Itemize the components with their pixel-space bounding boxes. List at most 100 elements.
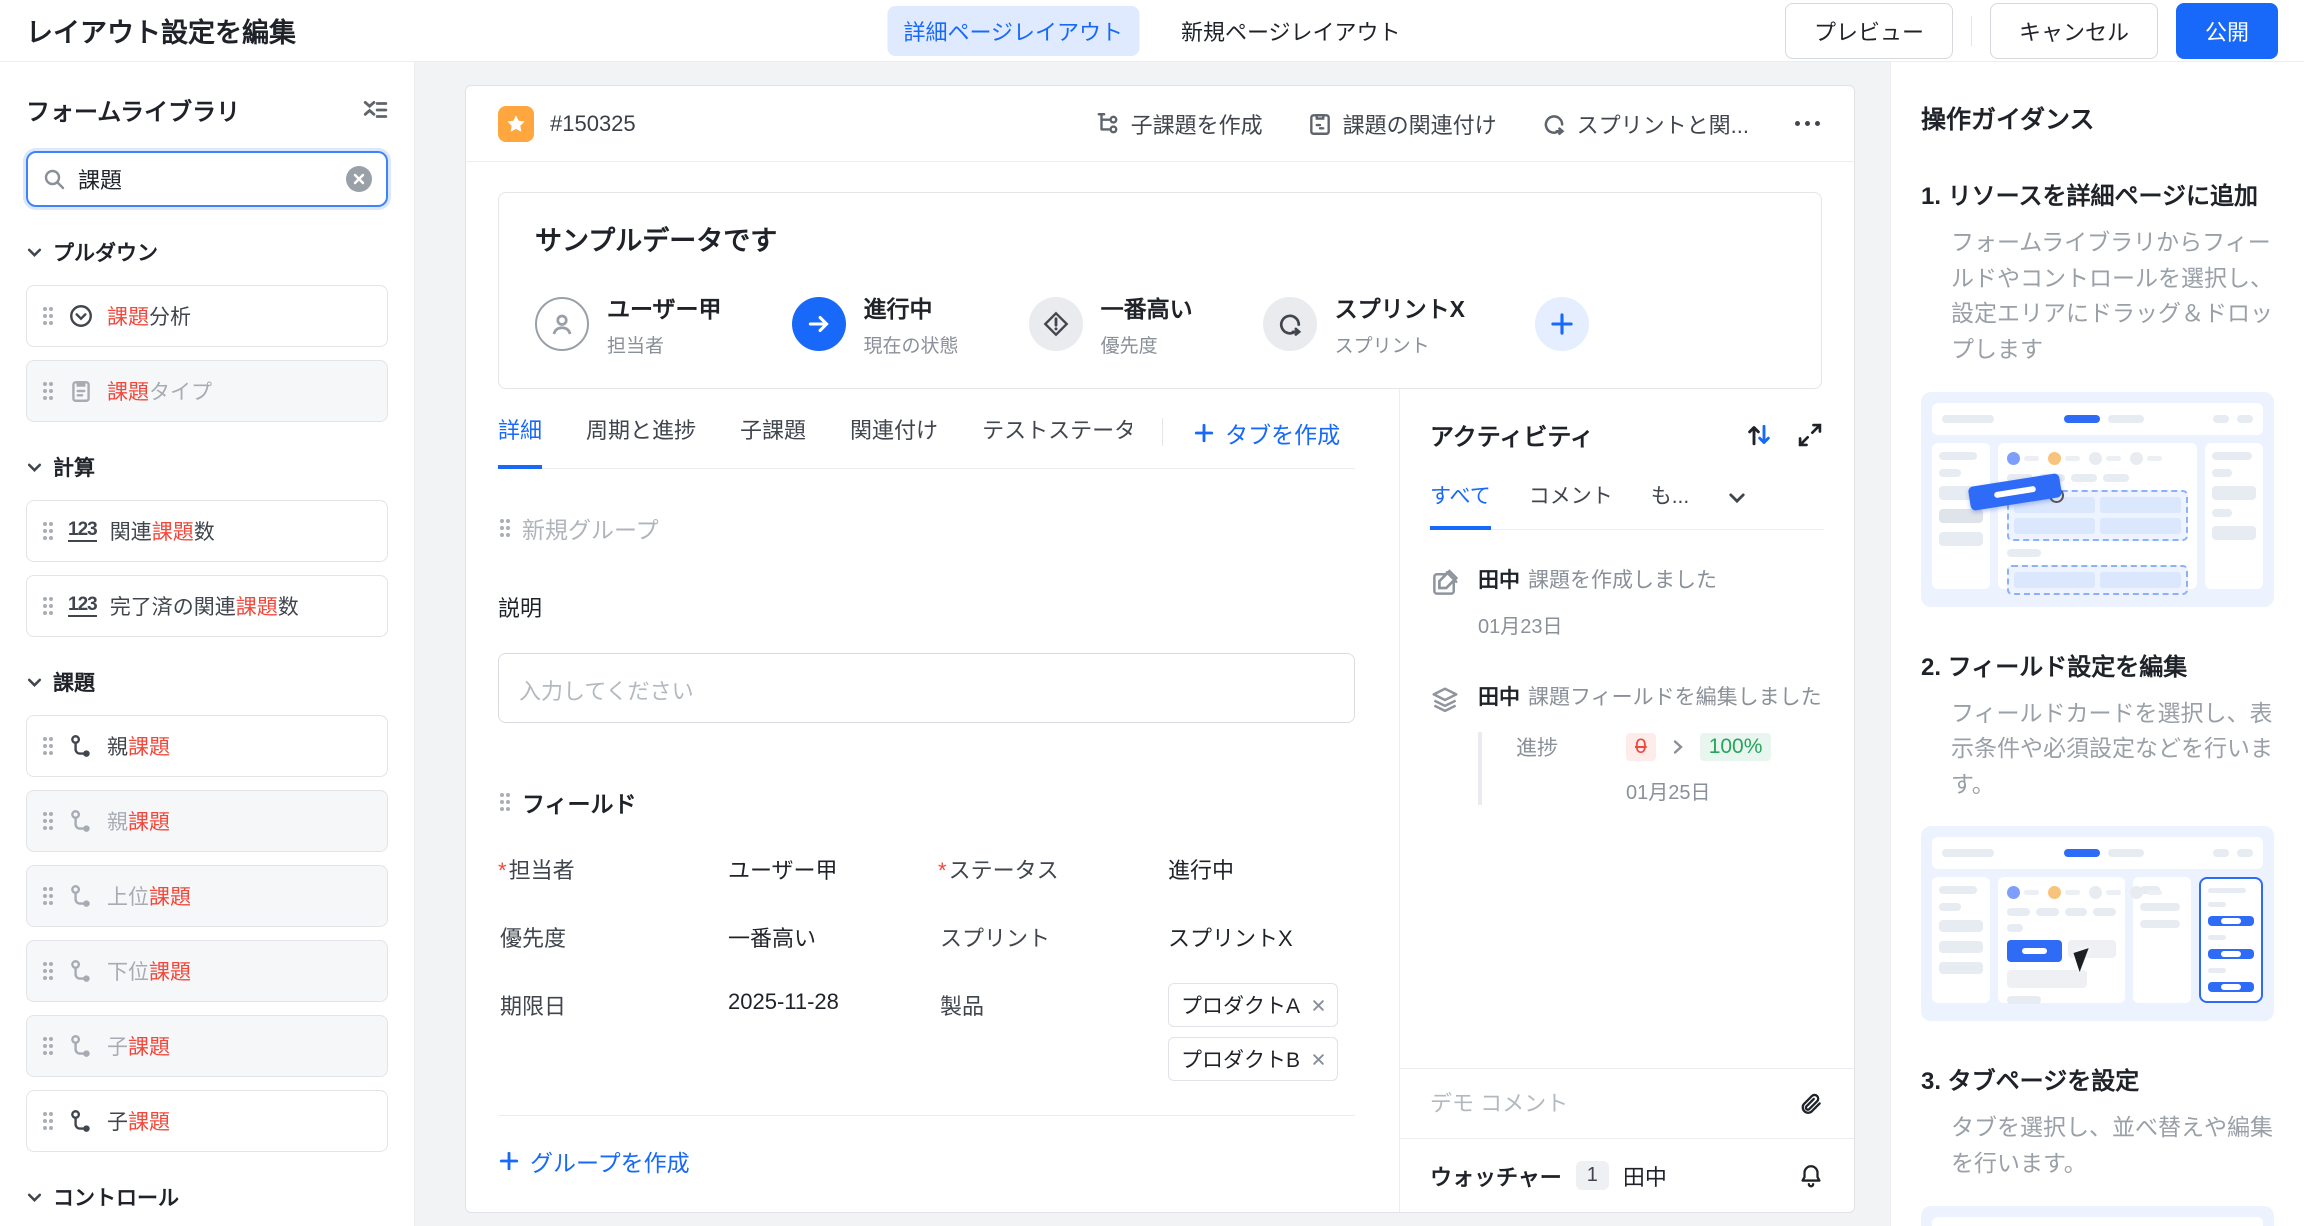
form-library-title: フォームライブラリ [26, 99, 241, 126]
field-label: 関連課題数 [109, 521, 215, 544]
field-label: 下位課題 [107, 961, 191, 984]
product-tag[interactable]: プロダクトA [1168, 983, 1339, 1027]
preview-button[interactable]: プレビュー [1784, 2, 1953, 59]
field-label-priority: 優先度 [500, 926, 567, 951]
section-calculation[interactable]: 計算 [26, 452, 388, 482]
library-field-lower-issue[interactable]: 下位課題 [26, 940, 388, 1002]
status-arrow-icon [791, 297, 846, 351]
layout-mode-tabs: 詳細ページレイアウト 新規ページレイアウト [887, 5, 1417, 56]
field-value-priority[interactable]: 一番高い [728, 921, 938, 953]
key-field-sprint[interactable]: スプリントX スプリント [1262, 290, 1465, 358]
publish-button[interactable]: 公開 [2175, 2, 2278, 59]
collapse-list-icon[interactable] [362, 97, 388, 123]
fields-group-title: フィールド [522, 791, 637, 817]
activity-tab-more[interactable]: も... [1651, 480, 1690, 530]
link-issue-icon [71, 810, 90, 832]
description-input[interactable] [498, 653, 1355, 723]
search-input[interactable] [78, 166, 334, 192]
add-key-field-button[interactable] [1534, 297, 1589, 351]
tab-detail-page-layout[interactable]: 詳細ページレイアウト [887, 5, 1139, 56]
field-label: 完了済の関連課題数 [109, 596, 299, 619]
tab-subissues[interactable]: 子課題 [740, 413, 806, 469]
edit-icon [1433, 569, 1459, 595]
tab-detail[interactable]: 詳細 [498, 413, 543, 469]
library-field-issue-type[interactable]: 課題タイプ [26, 360, 388, 422]
search-clear-icon[interactable] [346, 166, 372, 192]
field-value-status[interactable]: 進行中 [1168, 853, 1355, 885]
library-field-sub-issue-2[interactable]: 子課題 [26, 1090, 388, 1152]
tag-remove-icon[interactable] [1312, 999, 1325, 1012]
field-value-products: プロダクトA プロダクトB [1168, 983, 1355, 1081]
guidance-illustration-3 [1921, 1205, 2274, 1226]
field-value-sprint[interactable]: スプリントX [1168, 921, 1355, 953]
drag-handle-icon [43, 307, 53, 325]
field-value-due-date[interactable]: 2025-11-28 [728, 989, 938, 1015]
tab-new-page-layout[interactable]: 新規ページレイアウト [1165, 6, 1417, 56]
page-title: レイアウト設定を編集 [26, 18, 296, 48]
section-issue[interactable]: 課題 [26, 667, 388, 697]
field-label: 子課題 [107, 1036, 170, 1059]
create-subissue-button[interactable]: 子課題を作成 [1095, 108, 1263, 140]
watcher-label: ウォッチャー [1430, 1164, 1562, 1190]
detail-tabs: 詳細 周期と進捗 子課題 関連付け テストステータス タブを作成 [498, 413, 1355, 469]
library-field-done-related-issue-count[interactable]: 123 完了済の関連課題数 [26, 575, 388, 637]
issue-type-star-icon[interactable] [498, 105, 534, 142]
search-icon [42, 167, 66, 191]
drag-handle-icon [43, 597, 53, 615]
bell-icon[interactable] [1798, 1163, 1824, 1189]
tab-links[interactable]: 関連付け [850, 413, 938, 469]
key-field-priority[interactable]: 一番高い 優先度 [1028, 290, 1193, 358]
issue-title: サンプルデータです [535, 226, 778, 256]
watcher-bar: ウォッチャー 1 田中 [1400, 1138, 1854, 1212]
drag-handle-icon [500, 519, 510, 537]
library-field-parent-issue[interactable]: 親課題 [26, 715, 388, 777]
library-field-sub-issue[interactable]: 子課題 [26, 1015, 388, 1077]
attachment-paperclip-icon[interactable] [1798, 1091, 1824, 1117]
library-field-parent-issue-2[interactable]: 親課題 [26, 790, 388, 852]
field-label: 課題タイプ [107, 381, 212, 404]
watcher-count-badge: 1 [1575, 1161, 1609, 1190]
issue-id: #150325 [550, 110, 636, 136]
link-issue-icon [71, 735, 90, 757]
field-value-assignee[interactable]: ユーザー甲 [728, 853, 938, 885]
tab-cycle-progress[interactable]: 周期と進捗 [586, 413, 696, 469]
link-issue-icon [71, 1035, 90, 1057]
chevron-down-icon[interactable] [1727, 488, 1747, 508]
sprint-icon [1262, 297, 1317, 351]
fields-group-header[interactable]: フィールド [498, 785, 1355, 819]
section-control[interactable]: コントロール [26, 1182, 388, 1212]
issue-summary-box[interactable]: サンプルデータです ユーザー甲 担当者 進行中 現在の状態 一番高い 優先度 ス… [498, 192, 1822, 389]
tab-test-status[interactable]: テストステータス [982, 413, 1132, 469]
cancel-button[interactable]: キャンセル [1989, 2, 2158, 59]
activity-tab-comments[interactable]: コメント [1529, 480, 1613, 530]
drag-handle-icon [43, 1037, 53, 1055]
activity-tab-all[interactable]: すべて [1430, 480, 1491, 530]
sprint-link-button[interactable]: スプリントと関... [1541, 108, 1749, 140]
activity-text: 田中 課題フィールドを編集しました [1478, 686, 1822, 710]
library-field-issue-analysis[interactable]: 課題分析 [26, 285, 388, 347]
issue-detail-card: #150325 子課題を作成 課題の関連付け スプリントと関... サンプルデー… [465, 85, 1855, 1213]
sort-order-icon[interactable] [1744, 420, 1774, 450]
drag-handle-icon [43, 1112, 53, 1130]
expand-icon[interactable] [1796, 421, 1824, 449]
issue-card-header: #150325 子課題を作成 課題の関連付け スプリントと関... [466, 86, 1854, 162]
library-field-upper-issue[interactable]: 上位課題 [26, 865, 388, 927]
comment-input[interactable] [1430, 1090, 1784, 1117]
sprint-icon [1544, 114, 1565, 135]
key-field-assignee[interactable]: ユーザー甲 担当者 [535, 290, 722, 358]
more-actions-button[interactable] [1793, 115, 1822, 132]
tag-remove-icon[interactable] [1312, 1053, 1325, 1066]
field-label-status: *ステータス [938, 858, 1059, 883]
link-issue-button[interactable]: 課題の関連付け [1307, 108, 1497, 140]
key-field-status[interactable]: 進行中 現在の状態 [791, 290, 959, 358]
create-tab-button[interactable]: タブを作成 [1193, 416, 1340, 450]
group-header[interactable]: 新規グループ [498, 511, 1355, 545]
product-tag[interactable]: プロダクトB [1168, 1037, 1339, 1081]
watcher-name: 田中 [1622, 1164, 1667, 1190]
fields-divider [498, 1115, 1355, 1116]
create-group-button[interactable]: グループを作成 [498, 1144, 1355, 1178]
section-pulldown[interactable]: プルダウン [26, 237, 388, 267]
field-label: 子課題 [107, 1111, 170, 1134]
library-field-related-issue-count[interactable]: 123 関連課題数 [26, 500, 388, 562]
chevron-down-icon [27, 248, 42, 257]
